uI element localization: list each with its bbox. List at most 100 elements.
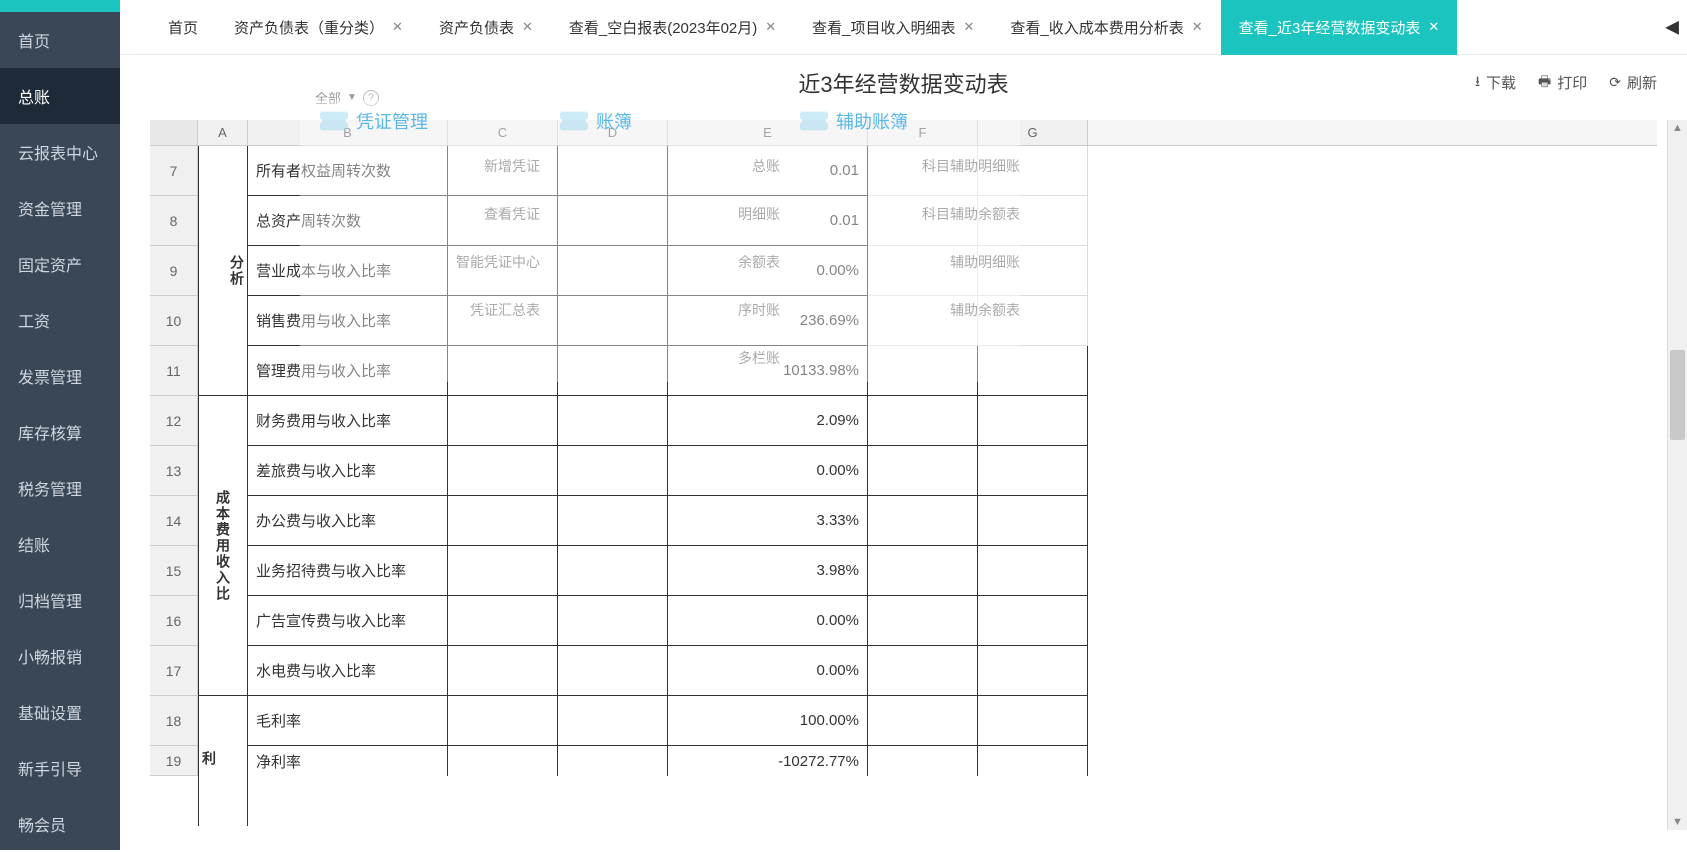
cell[interactable]: 净利率 [248,746,448,776]
cell[interactable]: 总资产周转次数 [248,196,448,246]
cell[interactable]: 财务费用与收入比率 [248,396,448,446]
help-icon[interactable]: ? [363,90,379,106]
close-icon[interactable]: ✕ [522,19,533,35]
cell[interactable]: 236.69% [668,296,868,346]
close-icon[interactable]: ✕ [964,19,975,35]
sidebar-item-member[interactable]: 畅会员 [0,796,120,852]
sidebar-item-expense[interactable]: 小畅报销 [0,628,120,684]
col-header-B[interactable]: B [248,120,448,145]
cell[interactable] [978,196,1088,246]
refresh-button[interactable]: ⟳刷新 [1609,71,1657,95]
cell[interactable] [978,696,1088,746]
vertical-scrollbar[interactable]: ▲ ▼ [1667,120,1687,830]
tab-home[interactable]: 首页 [150,0,216,55]
sidebar-item-salary[interactable]: 工资 [0,292,120,348]
cell[interactable] [868,696,978,746]
scrollbar-thumb[interactable] [1670,350,1685,440]
tab-blank-report[interactable]: 查看_空白报表(2023年02月)✕ [551,0,794,55]
cell[interactable]: 3.33% [668,496,868,546]
cell[interactable] [448,646,558,696]
cell[interactable] [558,146,668,196]
cell[interactable] [558,496,668,546]
tab-3year-data[interactable]: 查看_近3年经营数据变动表✕ [1221,0,1458,55]
cell[interactable] [448,196,558,246]
close-icon[interactable]: ✕ [765,19,776,35]
close-icon[interactable]: ✕ [1428,19,1439,35]
row-header[interactable]: 7 [150,146,198,196]
sidebar-item-ledger[interactable]: 总账 [0,68,120,124]
cell[interactable] [978,496,1088,546]
cell[interactable] [448,596,558,646]
tab-income-cost[interactable]: 查看_收入成本费用分析表✕ [992,0,1220,55]
row-header[interactable]: 17 [150,646,198,696]
corner-cell[interactable] [150,120,198,145]
cell[interactable] [978,646,1088,696]
sidebar-item-archive[interactable]: 归档管理 [0,572,120,628]
row-header[interactable]: 9 [150,246,198,296]
close-icon[interactable]: ✕ [392,19,403,35]
print-button[interactable]: 🖶打印 [1538,71,1587,95]
cell[interactable]: 办公费与收入比率 [248,496,448,546]
row-header[interactable]: 8 [150,196,198,246]
sidebar-item-invoice[interactable]: 发票管理 [0,348,120,404]
sidebar-item-settings[interactable]: 基础设置 [0,684,120,740]
cell[interactable] [868,546,978,596]
cell[interactable]: 0.00% [668,446,868,496]
spreadsheet[interactable]: A B C D E F G 7 8 9 10 11 12 13 14 15 16… [150,120,1657,850]
row-header[interactable]: 13 [150,446,198,496]
cell[interactable] [868,346,978,396]
row-header[interactable]: 15 [150,546,198,596]
cell[interactable]: 业务招待费与收入比率 [248,546,448,596]
close-icon[interactable]: ✕ [1192,19,1203,35]
cell[interactable] [978,246,1088,296]
sidebar-item-reports[interactable]: 云报表中心 [0,124,120,180]
cell[interactable]: 0.00% [668,246,868,296]
cell[interactable] [448,346,558,396]
row-header[interactable]: 19 [150,746,198,776]
col-header-D[interactable]: D [558,120,668,145]
cell[interactable] [448,396,558,446]
row-header[interactable]: 18 [150,696,198,746]
cell[interactable] [978,146,1088,196]
cell[interactable] [558,246,668,296]
cell[interactable]: 所有者权益周转次数 [248,146,448,196]
sidebar-item-tax[interactable]: 税务管理 [0,460,120,516]
tab-project-income[interactable]: 查看_项目收入明细表✕ [794,0,992,55]
col-header-G[interactable]: G [978,120,1088,145]
cell[interactable] [868,246,978,296]
cell[interactable] [868,646,978,696]
row-header[interactable]: 12 [150,396,198,446]
col-header-A[interactable]: A [198,120,248,145]
tab-scroll-left-icon[interactable]: ◀ [1665,17,1679,38]
cell[interactable]: 100.00% [668,696,868,746]
cell[interactable] [868,496,978,546]
cell[interactable] [558,596,668,646]
cell[interactable] [978,396,1088,446]
filter-dropdown[interactable]: 全部 ▼ ? [315,88,379,107]
cell[interactable] [558,746,668,776]
cell[interactable] [558,296,668,346]
cell[interactable] [978,596,1088,646]
cell-merged-cost-ratio[interactable]: 成本费用收入比 [198,396,248,696]
cell[interactable] [448,696,558,746]
sidebar-item-inventory[interactable]: 库存核算 [0,404,120,460]
cell[interactable]: 0.00% [668,646,868,696]
cell[interactable] [868,746,978,776]
sidebar-item-assets[interactable]: 固定资产 [0,236,120,292]
cell[interactable] [448,546,558,596]
cell-merged-analysis[interactable]: 分析 [198,146,248,396]
cell[interactable]: 0.01 [668,146,868,196]
cell[interactable] [448,246,558,296]
cell[interactable] [978,296,1088,346]
row-header[interactable]: 10 [150,296,198,346]
cell[interactable] [978,346,1088,396]
scroll-down-icon[interactable]: ▼ [1668,816,1687,828]
cell[interactable]: 广告宣传费与收入比率 [248,596,448,646]
cell[interactable] [978,446,1088,496]
sidebar-item-home[interactable]: 首页 [0,12,120,68]
cell[interactable] [868,146,978,196]
cell[interactable]: 2.09% [668,396,868,446]
cell[interactable] [868,296,978,346]
col-header-C[interactable]: C [448,120,558,145]
cell[interactable]: 0.00% [668,596,868,646]
